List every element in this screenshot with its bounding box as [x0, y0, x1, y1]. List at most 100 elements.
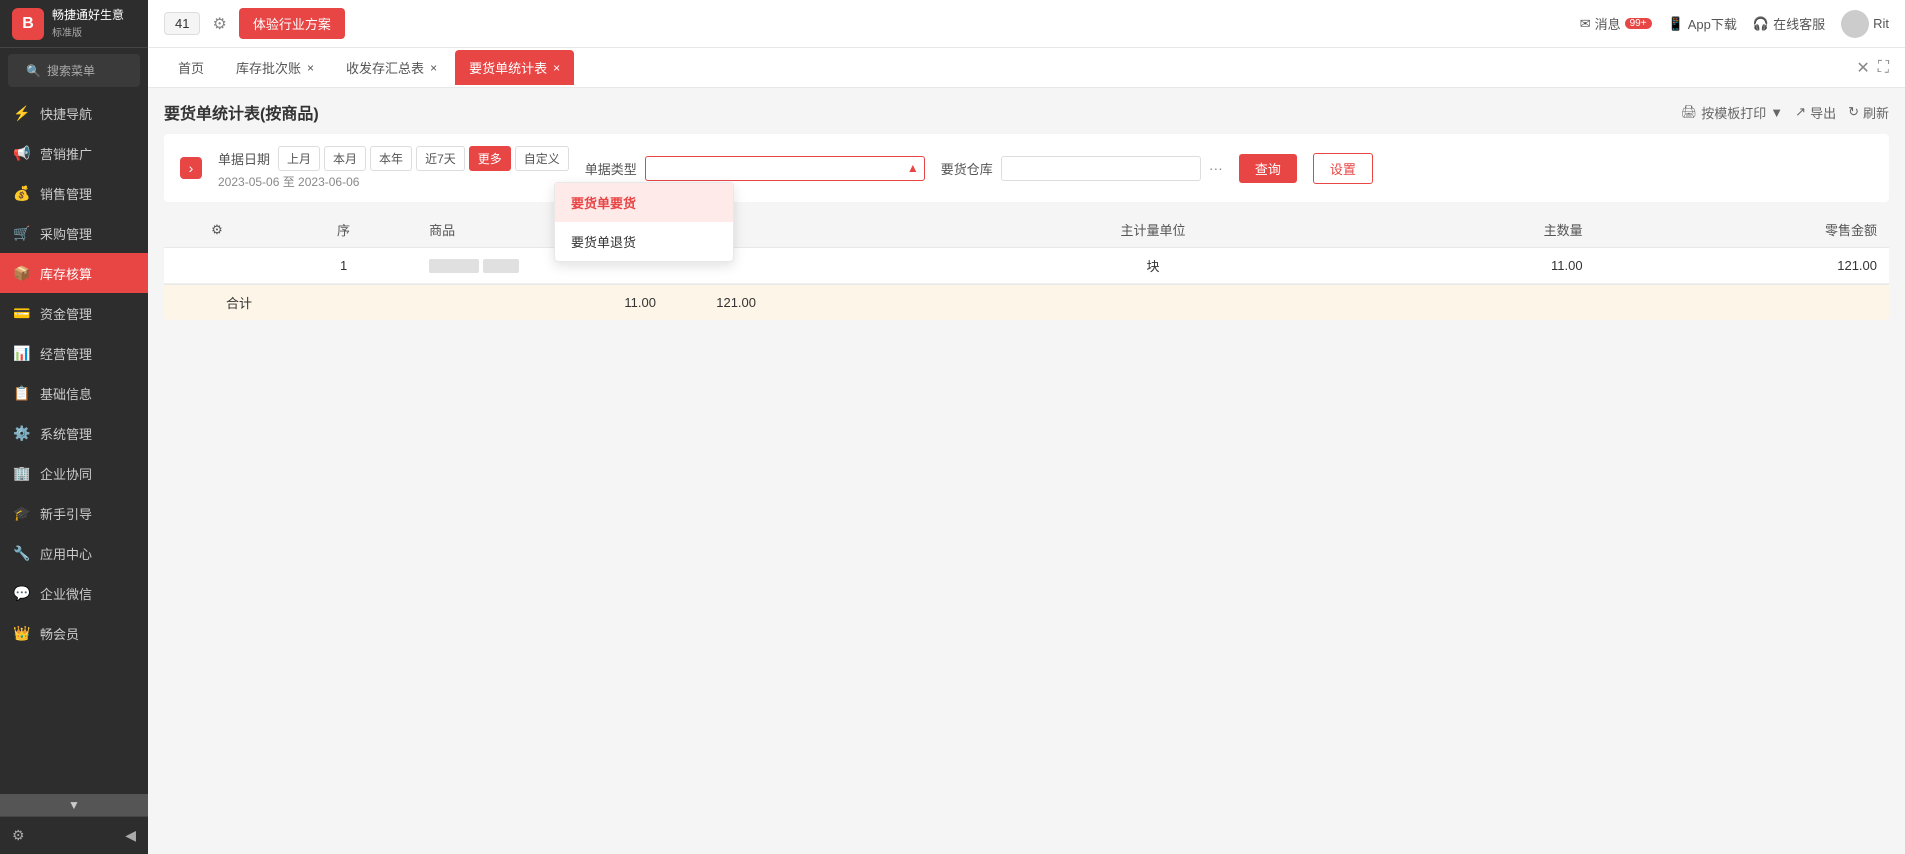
- th-settings[interactable]: ⚙: [164, 212, 270, 248]
- user-menu[interactable]: Rit: [1841, 10, 1889, 38]
- export-button[interactable]: ↗ 导出: [1795, 103, 1836, 122]
- tab-collect-summary-label: 收发存汇总表: [346, 58, 424, 77]
- th-unit: 主计量单位: [1006, 212, 1300, 248]
- date-btn-last-month[interactable]: 上月: [278, 146, 320, 171]
- sidebar-item-guide[interactable]: 🎓 新手引导: [0, 493, 148, 533]
- sidebar-item-enterprise[interactable]: 🏢 企业协同: [0, 453, 148, 493]
- header-settings-icon[interactable]: ⚙: [212, 14, 226, 34]
- sidebar-scroll-down[interactable]: ▼: [0, 794, 148, 816]
- filter-toggle-button[interactable]: ›: [180, 157, 202, 179]
- page-actions: 🖨 按模板打印 ▼ ↗ 导出 ↻ 刷新: [1681, 103, 1889, 122]
- date-btn-more[interactable]: 更多: [469, 146, 511, 171]
- sidebar-item-app-center[interactable]: 🔧 应用中心: [0, 533, 148, 573]
- query-button[interactable]: 查询: [1239, 154, 1297, 183]
- type-select-arrow[interactable]: ▲: [907, 161, 919, 175]
- user-avatar: [1841, 10, 1869, 38]
- close-all-tabs-icon[interactable]: ✕: [1856, 58, 1869, 78]
- collapse-sidebar-icon[interactable]: ◀: [125, 827, 136, 844]
- expand-tabs-icon[interactable]: ⛶: [1878, 59, 1889, 77]
- print-dropdown-icon: ▼: [1770, 105, 1783, 120]
- messages-button[interactable]: ✉ 消息 99+: [1580, 14, 1652, 33]
- tab-order-stats-close[interactable]: ×: [553, 61, 560, 75]
- data-table: ⚙ 序 商品 主计量单位 主数量 零售金额 1: [164, 212, 1889, 284]
- th-qty: 主数量: [1300, 212, 1594, 248]
- td-qty: 11.00: [1300, 248, 1594, 284]
- user-name: Rit: [1873, 16, 1889, 31]
- dropdown-item-order-return[interactable]: 要货单退货: [555, 222, 733, 261]
- tab-home[interactable]: 首页: [164, 50, 218, 85]
- td-settings: [164, 248, 270, 284]
- sidebar-item-system[interactable]: ⚙️ 系统管理: [0, 413, 148, 453]
- sidebar-item-operations[interactable]: 📊 经营管理: [0, 333, 148, 373]
- tab-batch-account-close[interactable]: ×: [307, 61, 314, 75]
- sidebar-item-label: 企业微信: [40, 584, 92, 603]
- warehouse-more-icon[interactable]: ···: [1209, 160, 1223, 176]
- tab-order-stats-label: 要货单统计表: [469, 58, 547, 77]
- sidebar-item-label: 基础信息: [40, 384, 92, 403]
- message-icon: ✉: [1580, 16, 1591, 32]
- footer-amount: 121.00: [656, 295, 756, 310]
- system-icon: ⚙️: [12, 423, 32, 443]
- date-btn-last-7days[interactable]: 近7天: [416, 146, 465, 171]
- sidebar-item-finance[interactable]: 💳 资金管理: [0, 293, 148, 333]
- date-btn-custom[interactable]: 自定义: [515, 146, 569, 171]
- sidebar-item-label: 采购管理: [40, 224, 92, 243]
- sidebar: B 畅捷通好生意 标准版 🔍 搜索菜单 ⚡ 快捷导航 📢 营销推广 💰 销售管理…: [0, 0, 148, 854]
- tab-order-stats[interactable]: 要货单统计表 ×: [455, 50, 574, 85]
- sidebar-item-label: 经营管理: [40, 344, 92, 363]
- tab-collect-summary[interactable]: 收发存汇总表 ×: [332, 50, 451, 85]
- settings-button[interactable]: 设置: [1313, 153, 1373, 184]
- sidebar-item-purchase[interactable]: 🛒 采购管理: [0, 213, 148, 253]
- td-unit: 块: [1006, 248, 1300, 284]
- refresh-button[interactable]: ↻ 刷新: [1848, 103, 1889, 122]
- date-btn-this-month[interactable]: 本月: [324, 146, 366, 171]
- trial-button[interactable]: 体验行业方案: [239, 8, 345, 39]
- sidebar-item-label: 快捷导航: [40, 104, 92, 123]
- tab-batch-account[interactable]: 库存批次账 ×: [222, 50, 328, 85]
- table-section: ⚙ 序 商品 主计量单位 主数量 零售金额 1: [164, 212, 1889, 320]
- page-content: 要货单统计表(按商品) 🖨 按模板打印 ▼ ↗ 导出 ↻ 刷新: [148, 88, 1905, 854]
- logo-icon: B: [12, 8, 44, 40]
- member-icon: 👑: [12, 623, 32, 643]
- sidebar-item-quick-nav[interactable]: ⚡ 快捷导航: [0, 93, 148, 133]
- sidebar-item-label: 营销推广: [40, 144, 92, 163]
- sidebar-item-wechat[interactable]: 💬 企业微信: [0, 573, 148, 613]
- sidebar-item-inventory[interactable]: 📦 库存核算: [0, 253, 148, 293]
- service-icon: 🎧: [1753, 16, 1769, 32]
- print-template-button[interactable]: 🖨 按模板打印 ▼: [1681, 103, 1783, 122]
- tab-home-label: 首页: [178, 58, 204, 77]
- marketing-icon: 📢: [12, 143, 32, 163]
- sidebar-item-sales[interactable]: 💰 销售管理: [0, 173, 148, 213]
- tab-collect-summary-close[interactable]: ×: [430, 61, 437, 75]
- settings-footer-icon[interactable]: ⚙: [12, 827, 25, 844]
- app-title: 畅捷通好生意: [52, 8, 124, 24]
- sidebar-footer: ⚙ ◀: [0, 816, 148, 854]
- app-download-button[interactable]: 📱 App下载: [1668, 14, 1737, 33]
- date-btn-this-year[interactable]: 本年: [370, 146, 412, 171]
- main-area: 41 ⚙ 体验行业方案 ✉ 消息 99+ 📱 App下载 🎧 在线客服 Rit: [148, 0, 1905, 854]
- sidebar-item-marketing[interactable]: 📢 营销推广: [0, 133, 148, 173]
- online-service-button[interactable]: 🎧 在线客服: [1753, 14, 1825, 33]
- th-num: 序: [270, 212, 417, 248]
- filter-section: › 单据日期 上月 本月 本年 近7天 更多 自定义 2023-05-0: [164, 134, 1889, 202]
- type-filter-group: 单据类型 ▲: [585, 156, 925, 181]
- purchase-icon: 🛒: [12, 223, 32, 243]
- sidebar-item-label: 畅会员: [40, 624, 79, 643]
- tab-bar-right: ✕ ⛶: [1856, 58, 1889, 78]
- sidebar-item-label: 企业协同: [40, 464, 92, 483]
- dropdown-item-order-goods[interactable]: 要货单要货: [555, 183, 733, 222]
- guide-icon: 🎓: [12, 503, 32, 523]
- type-select-input[interactable]: [645, 156, 925, 181]
- date-filter-label: 单据日期: [218, 149, 270, 168]
- sidebar-item-basic-info[interactable]: 📋 基础信息: [0, 373, 148, 413]
- td-amount: 121.00: [1595, 248, 1889, 284]
- footer-qty: 11.00: [556, 295, 656, 310]
- type-filter-label: 单据类型: [585, 159, 637, 178]
- search-menu[interactable]: 🔍 搜索菜单: [8, 54, 140, 87]
- sidebar-item-member[interactable]: 👑 畅会员: [0, 613, 148, 653]
- tab-bar: 首页 库存批次账 × 收发存汇总表 × 要货单统计表 × ✕ ⛶: [148, 48, 1905, 88]
- warehouse-input[interactable]: [1001, 156, 1201, 181]
- table-footer: 合计 11.00 121.00: [164, 284, 1889, 320]
- basic-info-icon: 📋: [12, 383, 32, 403]
- date-range-display: 2023-05-06 至 2023-06-06: [218, 173, 569, 190]
